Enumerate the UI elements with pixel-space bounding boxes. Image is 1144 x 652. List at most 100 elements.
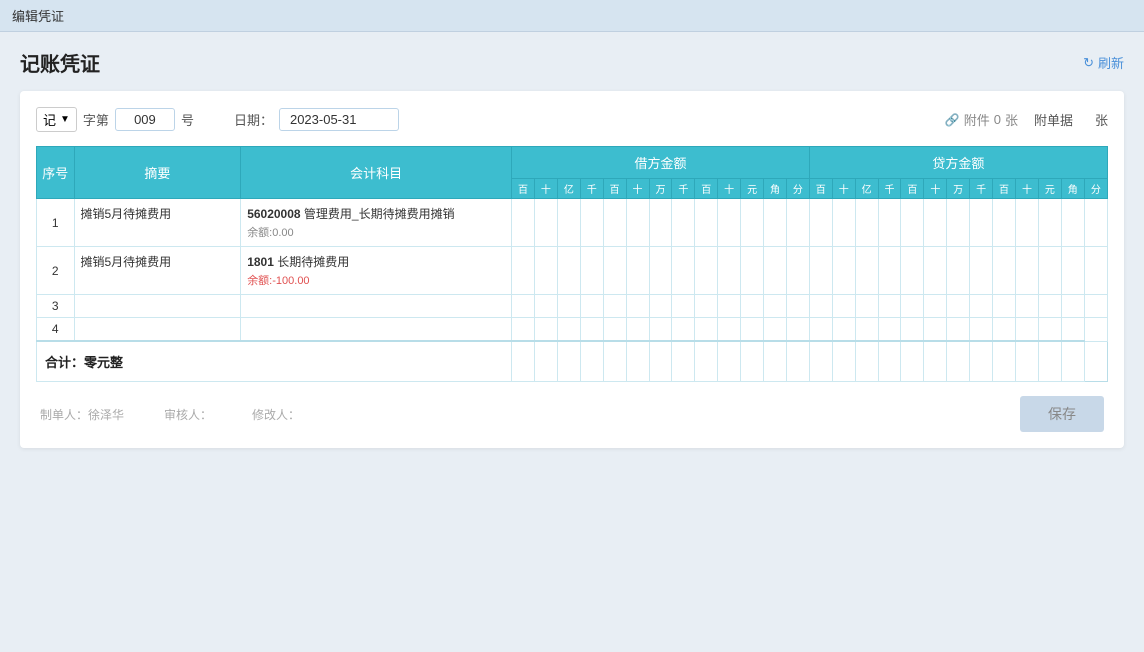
debit-cell-r2-c9[interactable] [695, 247, 718, 295]
credit-cell-r1-c7[interactable] [947, 199, 970, 247]
debit-cell-r4-c10[interactable] [718, 318, 741, 342]
credit-cell-r2-c1[interactable] [809, 247, 832, 295]
debit-cell-r2-c5[interactable] [603, 247, 626, 295]
credit-cell-r4-c10[interactable] [1016, 318, 1039, 342]
credit-cell-r3-c1[interactable] [809, 295, 832, 318]
credit-cell-r4-c4[interactable] [878, 318, 901, 342]
credit-cell-r2-c10[interactable] [1016, 247, 1039, 295]
debit-cell-r2-c3[interactable] [557, 247, 580, 295]
debit-cell-r4-c13[interactable] [786, 318, 809, 342]
credit-cell-r4-c12[interactable] [1061, 318, 1084, 342]
credit-cell-r4-c1[interactable] [809, 318, 832, 342]
type-select[interactable]: 记 ▼ [36, 107, 77, 132]
row-account-2[interactable]: 1801 长期待摊费用余额:-100.00 [241, 247, 512, 295]
credit-cell-r2-c9[interactable] [993, 247, 1016, 295]
debit-cell-r2-c10[interactable] [718, 247, 741, 295]
credit-cell-r4-c6[interactable] [924, 318, 947, 342]
credit-cell-r2-c2[interactable] [832, 247, 855, 295]
debit-cell-r4-c1[interactable] [512, 318, 535, 342]
credit-cell-r1-c8[interactable] [970, 199, 993, 247]
debit-cell-r3-c5[interactable] [603, 295, 626, 318]
credit-cell-r4-c11[interactable] [1038, 318, 1061, 342]
debit-cell-r4-c12[interactable] [764, 318, 787, 342]
debit-cell-r4-c8[interactable] [672, 318, 695, 342]
debit-cell-r1-c8[interactable] [672, 199, 695, 247]
debit-cell-r4-c2[interactable] [534, 318, 557, 342]
credit-cell-r2-c11[interactable] [1038, 247, 1061, 295]
credit-cell-r1-c9[interactable] [993, 199, 1016, 247]
credit-cell-r2-c3[interactable] [855, 247, 878, 295]
debit-cell-r3-c2[interactable] [534, 295, 557, 318]
credit-cell-r1-c11[interactable] [1038, 199, 1061, 247]
debit-cell-r3-c7[interactable] [649, 295, 672, 318]
credit-cell-r3-c4[interactable] [878, 295, 901, 318]
credit-cell-r1-c1[interactable] [809, 199, 832, 247]
debit-cell-r2-c2[interactable] [534, 247, 557, 295]
debit-cell-r4-c4[interactable] [580, 318, 603, 342]
debit-cell-r3-c1[interactable] [512, 295, 535, 318]
debit-cell-r1-c6[interactable] [626, 199, 649, 247]
attachment-link[interactable]: 🔗 附件 0 张 [945, 110, 1018, 129]
debit-cell-r1-c1[interactable] [512, 199, 535, 247]
debit-cell-r2-c7[interactable] [649, 247, 672, 295]
debit-cell-r1-c5[interactable] [603, 199, 626, 247]
debit-cell-r3-c13[interactable] [786, 295, 809, 318]
debit-cell-r2-c12[interactable] [764, 247, 787, 295]
debit-cell-r1-c9[interactable] [695, 199, 718, 247]
credit-cell-r3-c2[interactable] [832, 295, 855, 318]
credit-cell-r3-c5[interactable] [901, 295, 924, 318]
debit-cell-r1-c7[interactable] [649, 199, 672, 247]
credit-cell-r2-c12[interactable] [1061, 247, 1084, 295]
credit-cell-r3-c9[interactable] [993, 295, 1016, 318]
credit-cell-r3-c12[interactable] [1061, 295, 1084, 318]
debit-cell-r2-c4[interactable] [580, 247, 603, 295]
credit-cell-r2-c5[interactable] [901, 247, 924, 295]
credit-cell-r1-c12[interactable] [1061, 199, 1084, 247]
credit-cell-r2-c7[interactable] [947, 247, 970, 295]
credit-cell-r2-c6[interactable] [924, 247, 947, 295]
debit-cell-r2-c1[interactable] [512, 247, 535, 295]
credit-cell-r4-c2[interactable] [832, 318, 855, 342]
credit-cell-r1-c10[interactable] [1016, 199, 1039, 247]
row-account-4[interactable] [241, 318, 512, 342]
debit-cell-r4-c9[interactable] [695, 318, 718, 342]
credit-cell-r2-c8[interactable] [970, 247, 993, 295]
debit-cell-r3-c10[interactable] [718, 295, 741, 318]
debit-cell-r1-c10[interactable] [718, 199, 741, 247]
debit-cell-r4-c5[interactable] [603, 318, 626, 342]
debit-cell-r1-c13[interactable] [786, 199, 809, 247]
credit-cell-r1-c13[interactable] [1084, 199, 1107, 247]
voucher-number-input[interactable] [115, 108, 175, 131]
debit-cell-r2-c8[interactable] [672, 247, 695, 295]
credit-cell-r4-c13[interactable] [1084, 318, 1107, 342]
credit-cell-r3-c10[interactable] [1016, 295, 1039, 318]
row-summary-3[interactable] [74, 295, 241, 318]
debit-cell-r4-c3[interactable] [557, 318, 580, 342]
credit-cell-r2-c13[interactable] [1084, 247, 1107, 295]
credit-cell-r1-c3[interactable] [855, 199, 878, 247]
row-summary-4[interactable] [74, 318, 241, 342]
credit-cell-r3-c8[interactable] [970, 295, 993, 318]
credit-cell-r4-c9[interactable] [993, 318, 1016, 342]
debit-cell-r2-c6[interactable] [626, 247, 649, 295]
credit-cell-r3-c13[interactable] [1084, 295, 1107, 318]
debit-cell-r1-c11[interactable] [741, 199, 764, 247]
debit-cell-r1-c3[interactable] [557, 199, 580, 247]
debit-cell-r4-c6[interactable] [626, 318, 649, 342]
row-summary-2[interactable]: 摊销5月待摊费用 [74, 247, 241, 295]
save-button[interactable]: 保存 [1020, 396, 1104, 432]
credit-cell-r3-c3[interactable] [855, 295, 878, 318]
credit-cell-r1-c6[interactable] [924, 199, 947, 247]
refresh-button[interactable]: ↻ 刷新 [1083, 53, 1124, 72]
debit-cell-r1-c12[interactable] [764, 199, 787, 247]
debit-cell-r3-c8[interactable] [672, 295, 695, 318]
debit-cell-r3-c4[interactable] [580, 295, 603, 318]
debit-cell-r3-c12[interactable] [764, 295, 787, 318]
debit-cell-r2-c13[interactable] [786, 247, 809, 295]
debit-cell-r4-c7[interactable] [649, 318, 672, 342]
debit-cell-r3-c6[interactable] [626, 295, 649, 318]
credit-cell-r4-c7[interactable] [947, 318, 970, 342]
debit-cell-r4-c11[interactable] [741, 318, 764, 342]
credit-cell-r2-c4[interactable] [878, 247, 901, 295]
credit-cell-r1-c4[interactable] [878, 199, 901, 247]
